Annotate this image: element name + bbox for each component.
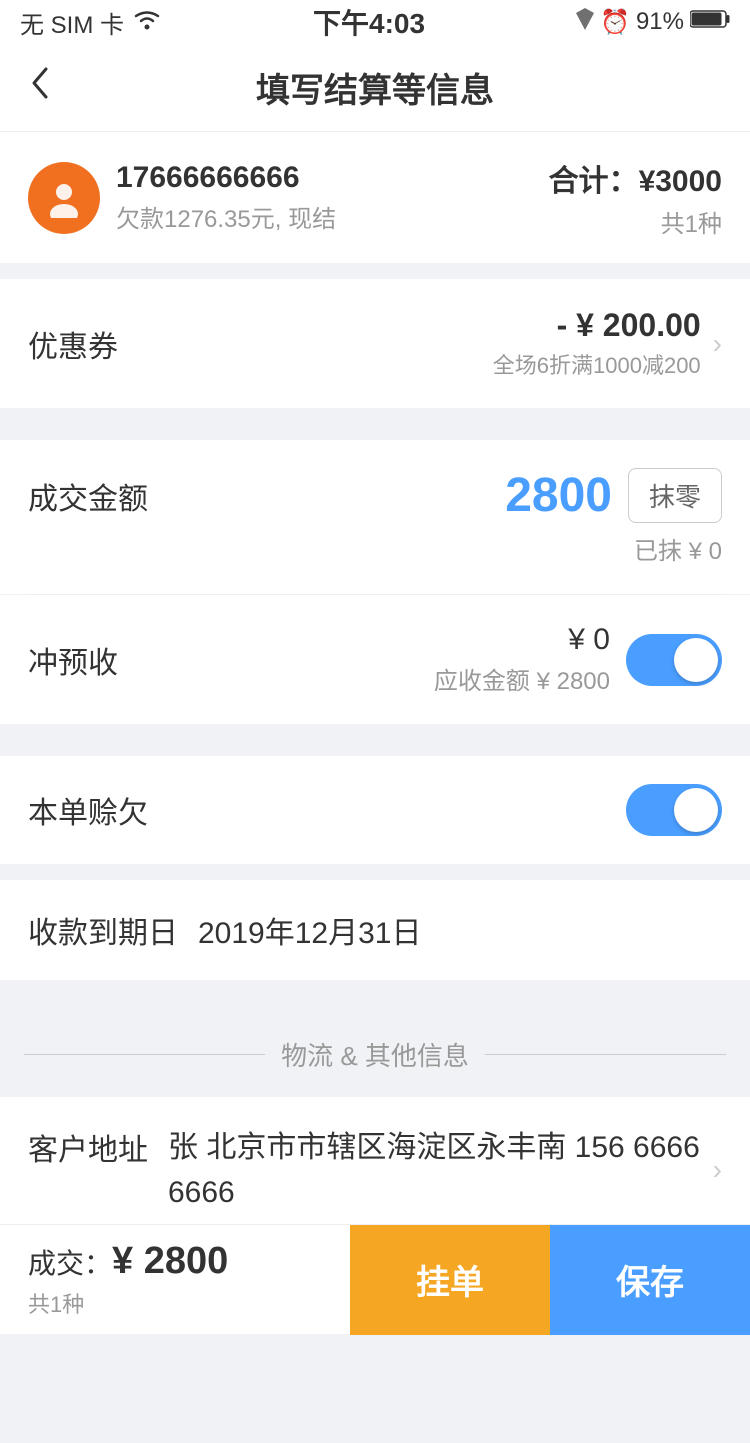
chevron-right-icon: › [713,328,722,360]
coupon-amount: - ¥ 200.00 [493,307,701,344]
duedate-row: 收款到期日 2019年12月31日 [28,908,722,952]
duedate-value: 2019年12月31日 [198,908,421,952]
hold-button[interactable]: 挂单 [350,1225,550,1335]
logistics-title: 物流 & 其他信息 [281,1036,469,1073]
prepay-section: 冲预收 ¥ 0 应收金额 ¥ 2800 [0,595,750,724]
prepay-label: 冲预收 [28,638,118,682]
status-time: 下午4:03 [313,2,425,42]
status-bar: 无 SIM 卡 下午4:03 ⏰ 91% [0,0,750,44]
customer-total: 合计：¥3000 共1种 [549,156,722,239]
address-value: 张 北京市市辖区海淀区永丰南 156 6666 6666 [168,1125,701,1215]
coupon-desc: 全场6折满1000减200 [493,348,701,380]
logistics-header: 物流 & 其他信息 [0,1012,750,1097]
address-row: 客户地址 张 北京市市辖区海淀区永丰南 156 6666 6666 › [28,1125,722,1215]
amount-sub: 已抹 ¥ 0 [28,531,722,566]
prepay-row: 冲预收 ¥ 0 应收金额 ¥ 2800 [28,623,722,696]
prepay-sub: 应收金额 ¥ 2800 [434,661,610,696]
total-amount: 合计：¥3000 [549,156,722,200]
status-left: 无 SIM 卡 [20,5,162,40]
amount-value: 2800 [505,468,612,523]
bottom-bar: 成交：¥ 2800 共1种 挂单 保存 [0,1224,750,1334]
logistics-line-right [485,1054,726,1055]
duedate-label: 收款到期日 [28,908,178,952]
bottom-deal-row: 成交：¥ 2800 [28,1240,322,1283]
amount-row: 成交金额 2800 抹零 [28,468,722,523]
amount-section: 成交金额 2800 抹零 已抹 ¥ 0 [0,440,750,594]
battery-icon [690,8,730,36]
prepay-value-block: ¥ 0 应收金额 ¥ 2800 [434,623,610,696]
customer-info: 17666666666 欠款1276.35元, 现结 [116,161,336,234]
total-count: 共1种 [549,204,722,239]
coupon-discount: - ¥ 200.00 全场6折满1000减200 [493,307,701,380]
divider-3 [0,996,750,1012]
debt-label: 本单赊欠 [28,788,148,832]
debt-toggle[interactable] [626,784,722,836]
debt-section: 本单赊欠 [0,756,750,864]
bottom-deal-amount: ¥ 2800 [112,1240,228,1282]
bottom-summary: 成交：¥ 2800 共1种 [0,1240,350,1319]
bottom-count: 共1种 [28,1287,322,1319]
page-title: 填写结算等信息 [256,63,494,112]
avatar [28,162,100,234]
save-button[interactable]: 保存 [550,1225,750,1335]
customer-row: 17666666666 欠款1276.35元, 现结 合计：¥3000 共1种 [0,132,750,263]
address-label: 客户地址 [28,1125,148,1169]
bottom-deal-label: 成交： [28,1248,112,1279]
address-section[interactable]: 客户地址 张 北京市市辖区海淀区永丰南 156 6666 6666 › [0,1097,750,1243]
round-zero-button[interactable]: 抹零 [628,468,722,523]
location-icon [576,8,594,37]
customer-debt: 欠款1276.35元, 现结 [116,199,336,234]
wifi-icon [132,8,162,37]
status-right: ⏰ 91% [576,8,730,37]
address-chevron-icon: › [713,1154,722,1186]
total-label: 合计： [549,165,639,198]
duedate-section: 收款到期日 2019年12月31日 [0,880,750,980]
coupon-row[interactable]: 优惠券 - ¥ 200.00 全场6折满1000减200 › [0,279,750,408]
battery-text: 91% [636,8,684,36]
amount-label: 成交金额 [28,474,148,518]
total-value: ¥3000 [639,165,722,198]
coupon-right: - ¥ 200.00 全场6折满1000减200 › [493,307,722,380]
coupon-label: 优惠券 [28,322,118,366]
back-button[interactable] [28,63,52,112]
prepay-value: ¥ 0 [434,623,610,657]
nav-bar: 填写结算等信息 [0,44,750,132]
prepay-toggle[interactable] [626,634,722,686]
prepay-right: ¥ 0 应收金额 ¥ 2800 [434,623,722,696]
customer-phone: 17666666666 [116,161,336,195]
logistics-line-left [24,1054,265,1055]
customer-left: 17666666666 欠款1276.35元, 现结 [28,161,336,234]
divider-1 [0,424,750,440]
amount-right: 2800 抹零 [505,468,722,523]
divider-2 [0,740,750,756]
alarm-icon: ⏰ [600,8,630,37]
debt-row: 本单赊欠 [28,784,722,836]
sim-status: 无 SIM 卡 [20,5,124,40]
